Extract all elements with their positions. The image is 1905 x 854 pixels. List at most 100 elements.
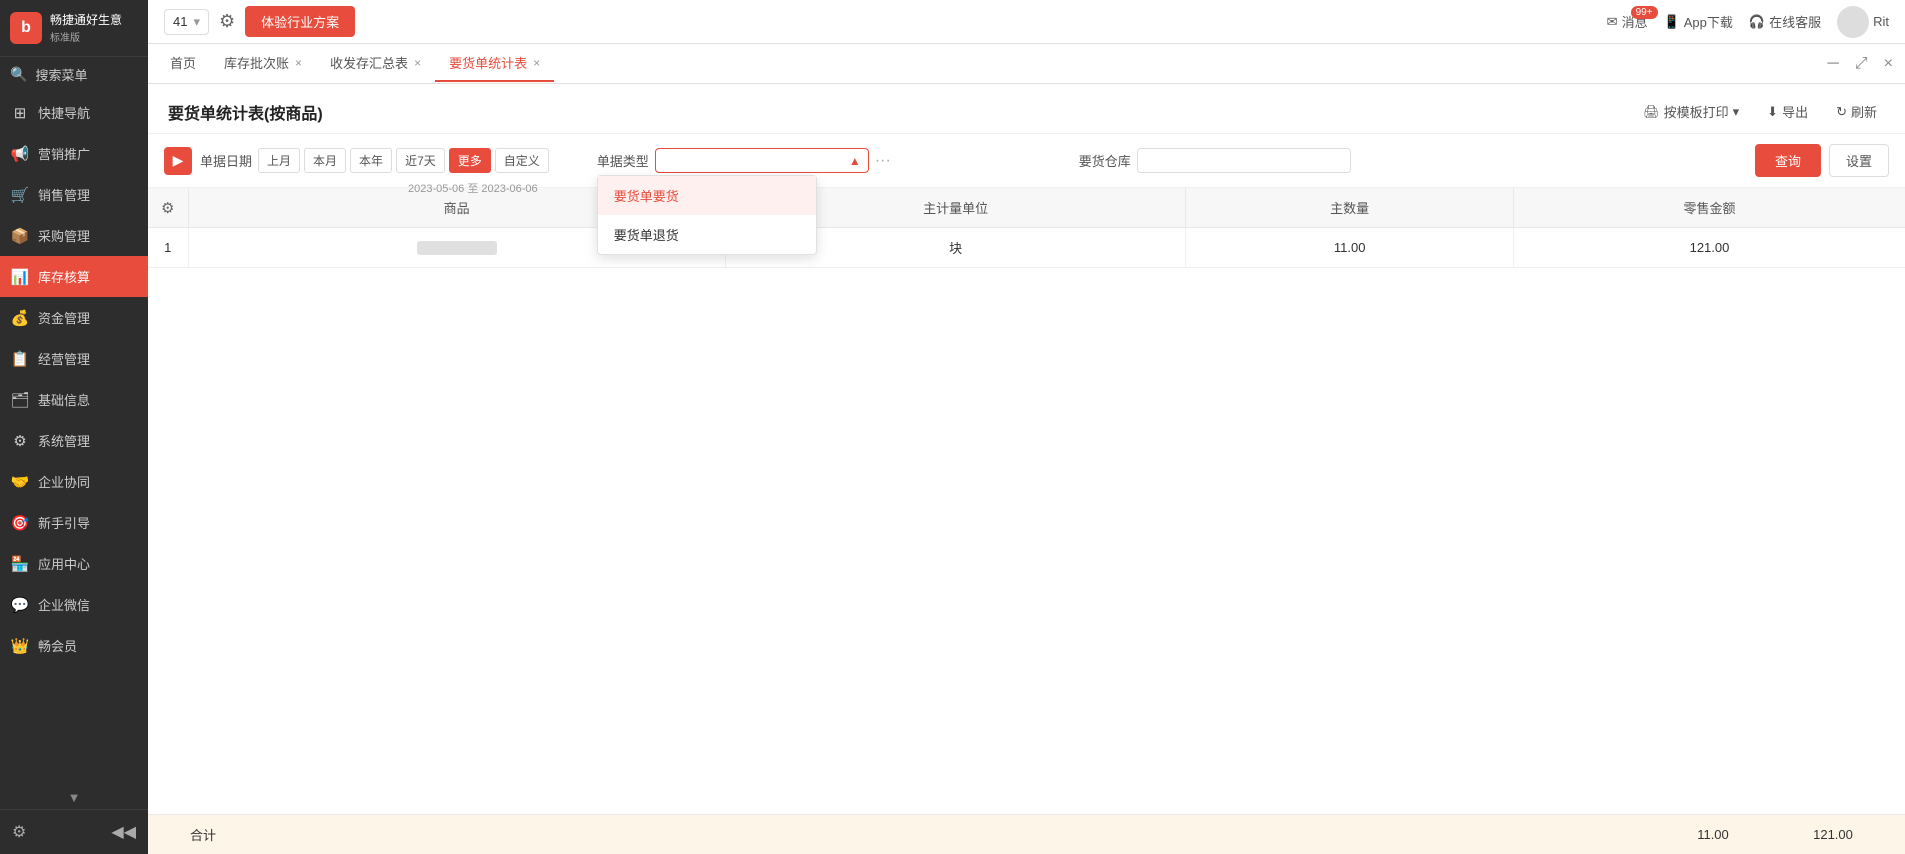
sidebar-item-operations[interactable]: 📋 经营管理 xyxy=(0,338,148,379)
sidebar-item-enterprise[interactable]: 🤝 企业协同 xyxy=(0,461,148,502)
company-value: 41 xyxy=(173,14,187,29)
filter-settings-button[interactable]: 设置 xyxy=(1829,144,1889,177)
sidebar-item-inventory[interactable]: 📊 库存核算 xyxy=(0,256,148,297)
sidebar-item-label: 系统管理 xyxy=(38,431,138,450)
sidebar-item-wechat[interactable]: 💬 企业微信 xyxy=(0,584,148,625)
page-header: 要货单统计表(按商品) 🖨 按模板打印 ▾ ⬇ 导出 ↻ 刷新 xyxy=(148,84,1905,134)
warehouse-filter-group: 要货仓库 xyxy=(1079,148,1351,173)
column-settings-icon[interactable]: ⚙ xyxy=(161,200,174,217)
sidebar-item-guide[interactable]: 🎯 新手引导 xyxy=(0,502,148,543)
filter-expand-button[interactable]: ▶ xyxy=(164,147,192,175)
print-button[interactable]: 🖨 按模板打印 ▾ xyxy=(1635,98,1747,125)
th-amount-label: 零售金额 xyxy=(1683,201,1735,216)
company-dropdown[interactable]: 41 ▾ xyxy=(164,9,209,35)
warehouse-select-wrapper xyxy=(1137,148,1351,173)
last-7days-btn[interactable]: 近7天 xyxy=(396,148,445,173)
type-filter-group: 单据类型 ▲ ··· xyxy=(597,148,891,173)
sidebar-item-appstore[interactable]: 🏪 应用中心 xyxy=(0,543,148,584)
online-service-item[interactable]: 🎧 在线客服 xyxy=(1749,12,1821,31)
tab-order-stats[interactable]: 要货单统计表 × xyxy=(435,45,554,82)
sidebar-item-purchase[interactable]: 📦 采购管理 xyxy=(0,215,148,256)
date-buttons: 上月 本月 本年 近7天 更多 自定义 xyxy=(258,148,549,173)
page-title: 要货单统计表(按商品) xyxy=(168,100,323,124)
type-select-input[interactable] xyxy=(655,148,869,173)
sidebar-item-members[interactable]: 👑 畅会员 xyxy=(0,625,148,666)
user-item[interactable]: Rit xyxy=(1837,6,1889,38)
last-month-btn[interactable]: 上月 xyxy=(258,148,300,173)
this-month-btn[interactable]: 本月 xyxy=(304,148,346,173)
inventory-icon: 📊 xyxy=(10,268,30,286)
tab-close-icon[interactable]: × xyxy=(533,56,540,70)
type-filter-more-icon[interactable]: ··· xyxy=(875,152,891,170)
enterprise-icon: 🤝 xyxy=(10,473,30,491)
message-icon: ✉ xyxy=(1607,14,1618,30)
user-name: Rit xyxy=(1873,14,1889,29)
sidebar-item-basic[interactable]: 🗂 基础信息 xyxy=(0,379,148,420)
export-button[interactable]: ⬇ 导出 xyxy=(1759,98,1816,125)
basic-icon: 🗂 xyxy=(10,391,30,409)
tab-close-all-icon[interactable]: × xyxy=(1880,53,1897,75)
sidebar-bottom: ⚙ ◀◀ xyxy=(0,809,148,854)
sidebar-logo: b 畅捷通好生意 标准版 xyxy=(0,0,148,57)
table-row: 1 块 11.00 121.00 xyxy=(148,228,1905,268)
query-button[interactable]: 查询 xyxy=(1755,144,1821,177)
cell-amount: 121.00 xyxy=(1513,228,1905,268)
sidebar-scroll-down[interactable]: ▼ xyxy=(0,786,148,809)
sidebar-item-quick-nav[interactable]: ⊞ 快捷导航 xyxy=(0,92,148,133)
sales-icon: 🛒 xyxy=(10,186,30,204)
dropdown-item-order[interactable]: 要货单要货 xyxy=(598,176,816,215)
refresh-icon: ↻ xyxy=(1836,104,1847,120)
this-year-btn[interactable]: 本年 xyxy=(350,148,392,173)
type-filter-label: 单据类型 xyxy=(597,151,649,170)
dropdown-item-return[interactable]: 要货单退货 xyxy=(598,215,816,254)
tab-receivable-summary[interactable]: 收发存汇总表 × xyxy=(316,45,435,82)
sidebar-item-label: 经营管理 xyxy=(38,349,138,368)
chevron-down-icon: ▾ xyxy=(193,14,200,30)
th-amount: 零售金额 xyxy=(1513,188,1905,228)
sidebar-item-finance[interactable]: 💰 资金管理 xyxy=(0,297,148,338)
sidebar-item-label: 营销推广 xyxy=(38,144,138,163)
topbar-right: ✉ 消息 99+ 📱 App下载 🎧 在线客服 Rit xyxy=(1607,6,1889,38)
tabs-bar: 首页 库存批次账 × 收发存汇总表 × 要货单统计表 × ─ ⤢ × xyxy=(148,44,1905,84)
tab-expand-icon[interactable]: ⤢ xyxy=(1851,53,1872,75)
sidebar-item-label: 企业微信 xyxy=(38,595,138,614)
sidebar-settings-icon[interactable]: ⚙ xyxy=(8,818,30,846)
logo-icon: b xyxy=(10,12,42,44)
system-icon: ⚙ xyxy=(10,432,30,450)
print-dropdown-icon: ▾ xyxy=(1733,104,1740,120)
sidebar-nav: ⊞ 快捷导航 📢 营销推广 🛒 销售管理 📦 采购管理 📊 库存核算 💰 资金管… xyxy=(0,92,148,786)
sidebar-item-system[interactable]: ⚙ 系统管理 xyxy=(0,420,148,461)
footer-label: 合计 xyxy=(190,825,390,844)
tab-inventory-batch[interactable]: 库存批次账 × xyxy=(210,45,316,82)
cell-quantity: 11.00 xyxy=(1186,228,1514,268)
topbar-settings-icon[interactable]: ⚙ xyxy=(219,11,235,32)
page-actions: 🖨 按模板打印 ▾ ⬇ 导出 ↻ 刷新 xyxy=(1635,98,1885,125)
warehouse-input[interactable] xyxy=(1137,148,1351,173)
tab-close-icon[interactable]: × xyxy=(295,56,302,70)
th-settings: ⚙ xyxy=(148,188,188,228)
tab-home[interactable]: 首页 xyxy=(156,45,210,82)
app-download-item[interactable]: 📱 App下载 xyxy=(1664,12,1733,31)
more-dates-btn[interactable]: 更多 xyxy=(449,148,491,173)
search-icon: 🔍 xyxy=(10,66,27,83)
tab-close-icon[interactable]: × xyxy=(414,56,421,70)
refresh-button[interactable]: ↻ 刷新 xyxy=(1828,98,1885,125)
th-quantity-label: 主数量 xyxy=(1330,201,1369,216)
sidebar-item-label: 畅会员 xyxy=(38,636,138,655)
sidebar-search[interactable]: 🔍 搜索菜单 xyxy=(0,57,148,92)
warehouse-filter-label: 要货仓库 xyxy=(1079,151,1131,170)
industry-button[interactable]: 体验行业方案 xyxy=(245,6,355,37)
sidebar-item-label: 企业协同 xyxy=(38,472,138,491)
sidebar-item-sales[interactable]: 🛒 销售管理 xyxy=(0,174,148,215)
topbar-left: 41 ▾ ⚙ 体验行业方案 xyxy=(164,6,355,37)
finance-icon: 💰 xyxy=(10,309,30,327)
tab-minimize-icon[interactable]: ─ xyxy=(1824,53,1843,75)
sidebar-item-marketing[interactable]: 📢 营销推广 xyxy=(0,133,148,174)
topbar: 41 ▾ ⚙ 体验行业方案 ✉ 消息 99+ 📱 App下载 🎧 在线客服 R xyxy=(148,0,1905,44)
custom-date-btn[interactable]: 自定义 xyxy=(495,148,549,173)
sidebar-item-label: 新手引导 xyxy=(38,513,138,532)
message-item[interactable]: ✉ 消息 99+ xyxy=(1607,12,1648,31)
print-label: 按模板打印 xyxy=(1664,102,1729,121)
quick-nav-icon: ⊞ xyxy=(10,104,30,122)
sidebar-collapse-icon[interactable]: ◀◀ xyxy=(107,818,140,846)
